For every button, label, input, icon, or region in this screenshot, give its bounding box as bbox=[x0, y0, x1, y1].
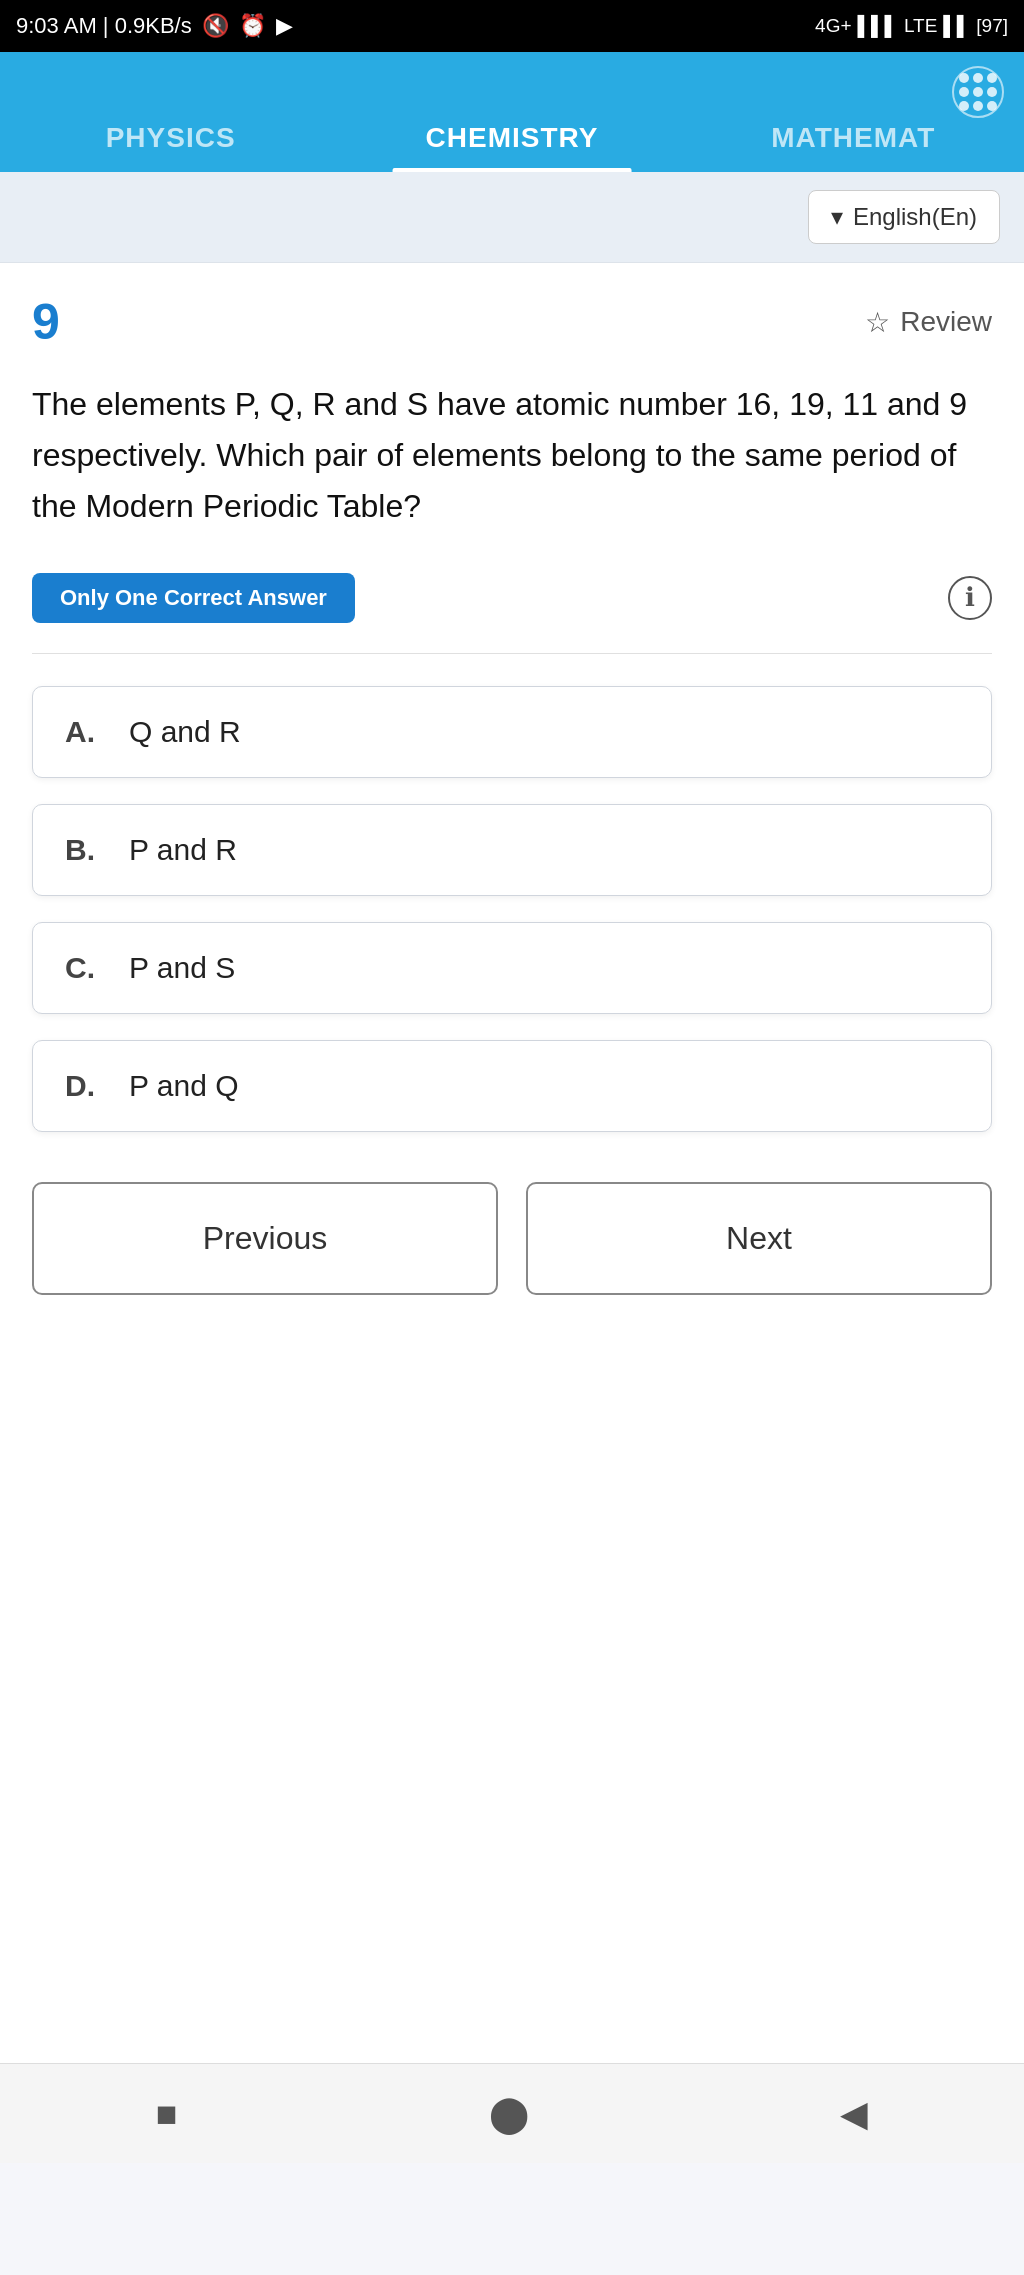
option-a-label: A. bbox=[65, 715, 101, 749]
status-right: 4G+ ▌▌▌ LTE ▌▌ [97] bbox=[815, 15, 1008, 37]
option-c-text: P and S bbox=[129, 951, 235, 985]
previous-button[interactable]: Previous bbox=[32, 1182, 498, 1295]
status-bar: 9:03 AM | 0.9KB/s 🔇 ⏰ ▶ 4G+ ▌▌▌ LTE ▌▌ [… bbox=[0, 0, 1024, 52]
question-number: 9 bbox=[32, 293, 60, 351]
play-icon: ▶ bbox=[276, 13, 293, 39]
grid-dots-icon bbox=[959, 73, 997, 111]
review-label: Review bbox=[900, 306, 992, 338]
lte-signal-1: 4G+ bbox=[815, 15, 851, 37]
option-c-label: C. bbox=[65, 951, 101, 985]
back-arrow-icon[interactable]: ◀ bbox=[840, 2093, 868, 2135]
status-left: 9:03 AM | 0.9KB/s 🔇 ⏰ ▶ bbox=[16, 13, 293, 39]
language-label: English(En) bbox=[853, 203, 977, 231]
status-time: 9:03 AM | 0.9KB/s bbox=[16, 13, 192, 39]
tab-mathematics[interactable]: MATHEMAT bbox=[683, 122, 1024, 172]
chevron-down-icon: ▾ bbox=[831, 203, 843, 231]
bottom-nav-bar: ■ ⬤ ◀ bbox=[0, 2063, 1024, 2163]
option-d-label: D. bbox=[65, 1069, 101, 1103]
tab-bar: PHYSICS CHEMISTRY MATHEMAT bbox=[0, 52, 1024, 172]
home-circle-icon[interactable]: ⬤ bbox=[489, 2093, 529, 2135]
language-selector[interactable]: ▾ English(En) bbox=[808, 190, 1000, 244]
review-button[interactable]: ☆ Review bbox=[865, 306, 992, 339]
tab-physics[interactable]: PHYSICS bbox=[0, 122, 341, 172]
grid-menu-button[interactable] bbox=[952, 66, 1004, 118]
question-header: 9 ☆ Review bbox=[32, 293, 992, 351]
alarm-icon: ⏰ bbox=[239, 13, 266, 39]
next-button[interactable]: Next bbox=[526, 1182, 992, 1295]
option-a-text: Q and R bbox=[129, 715, 241, 749]
back-square-icon[interactable]: ■ bbox=[156, 2093, 178, 2135]
battery-level: [97] bbox=[976, 15, 1008, 37]
option-b-text: P and R bbox=[129, 833, 237, 867]
option-d[interactable]: D. P and Q bbox=[32, 1040, 992, 1132]
silent-icon: 🔇 bbox=[202, 13, 229, 39]
main-content: 9 ☆ Review The elements P, Q, R and S ha… bbox=[0, 263, 1024, 2063]
info-button[interactable]: ℹ bbox=[948, 576, 992, 620]
signal-bars-2: ▌▌ bbox=[943, 15, 970, 37]
option-b-label: B. bbox=[65, 833, 101, 867]
answer-type-badge: Only One Correct Answer bbox=[32, 573, 355, 623]
nav-buttons: Previous Next bbox=[32, 1182, 992, 1295]
tab-chemistry[interactable]: CHEMISTRY bbox=[341, 122, 682, 172]
language-bar: ▾ English(En) bbox=[0, 172, 1024, 263]
divider bbox=[32, 653, 992, 654]
option-d-text: P and Q bbox=[129, 1069, 239, 1103]
option-b[interactable]: B. P and R bbox=[32, 804, 992, 896]
header: PHYSICS CHEMISTRY MATHEMAT bbox=[0, 52, 1024, 172]
signal-bars-1: ▌▌▌ bbox=[858, 15, 898, 37]
answer-type-row: Only One Correct Answer ℹ bbox=[32, 573, 992, 623]
star-icon: ☆ bbox=[865, 306, 890, 339]
option-a[interactable]: A. Q and R bbox=[32, 686, 992, 778]
lte-signal-2: LTE bbox=[904, 15, 937, 37]
option-c[interactable]: C. P and S bbox=[32, 922, 992, 1014]
question-text: The elements P, Q, R and S have atomic n… bbox=[32, 379, 992, 533]
